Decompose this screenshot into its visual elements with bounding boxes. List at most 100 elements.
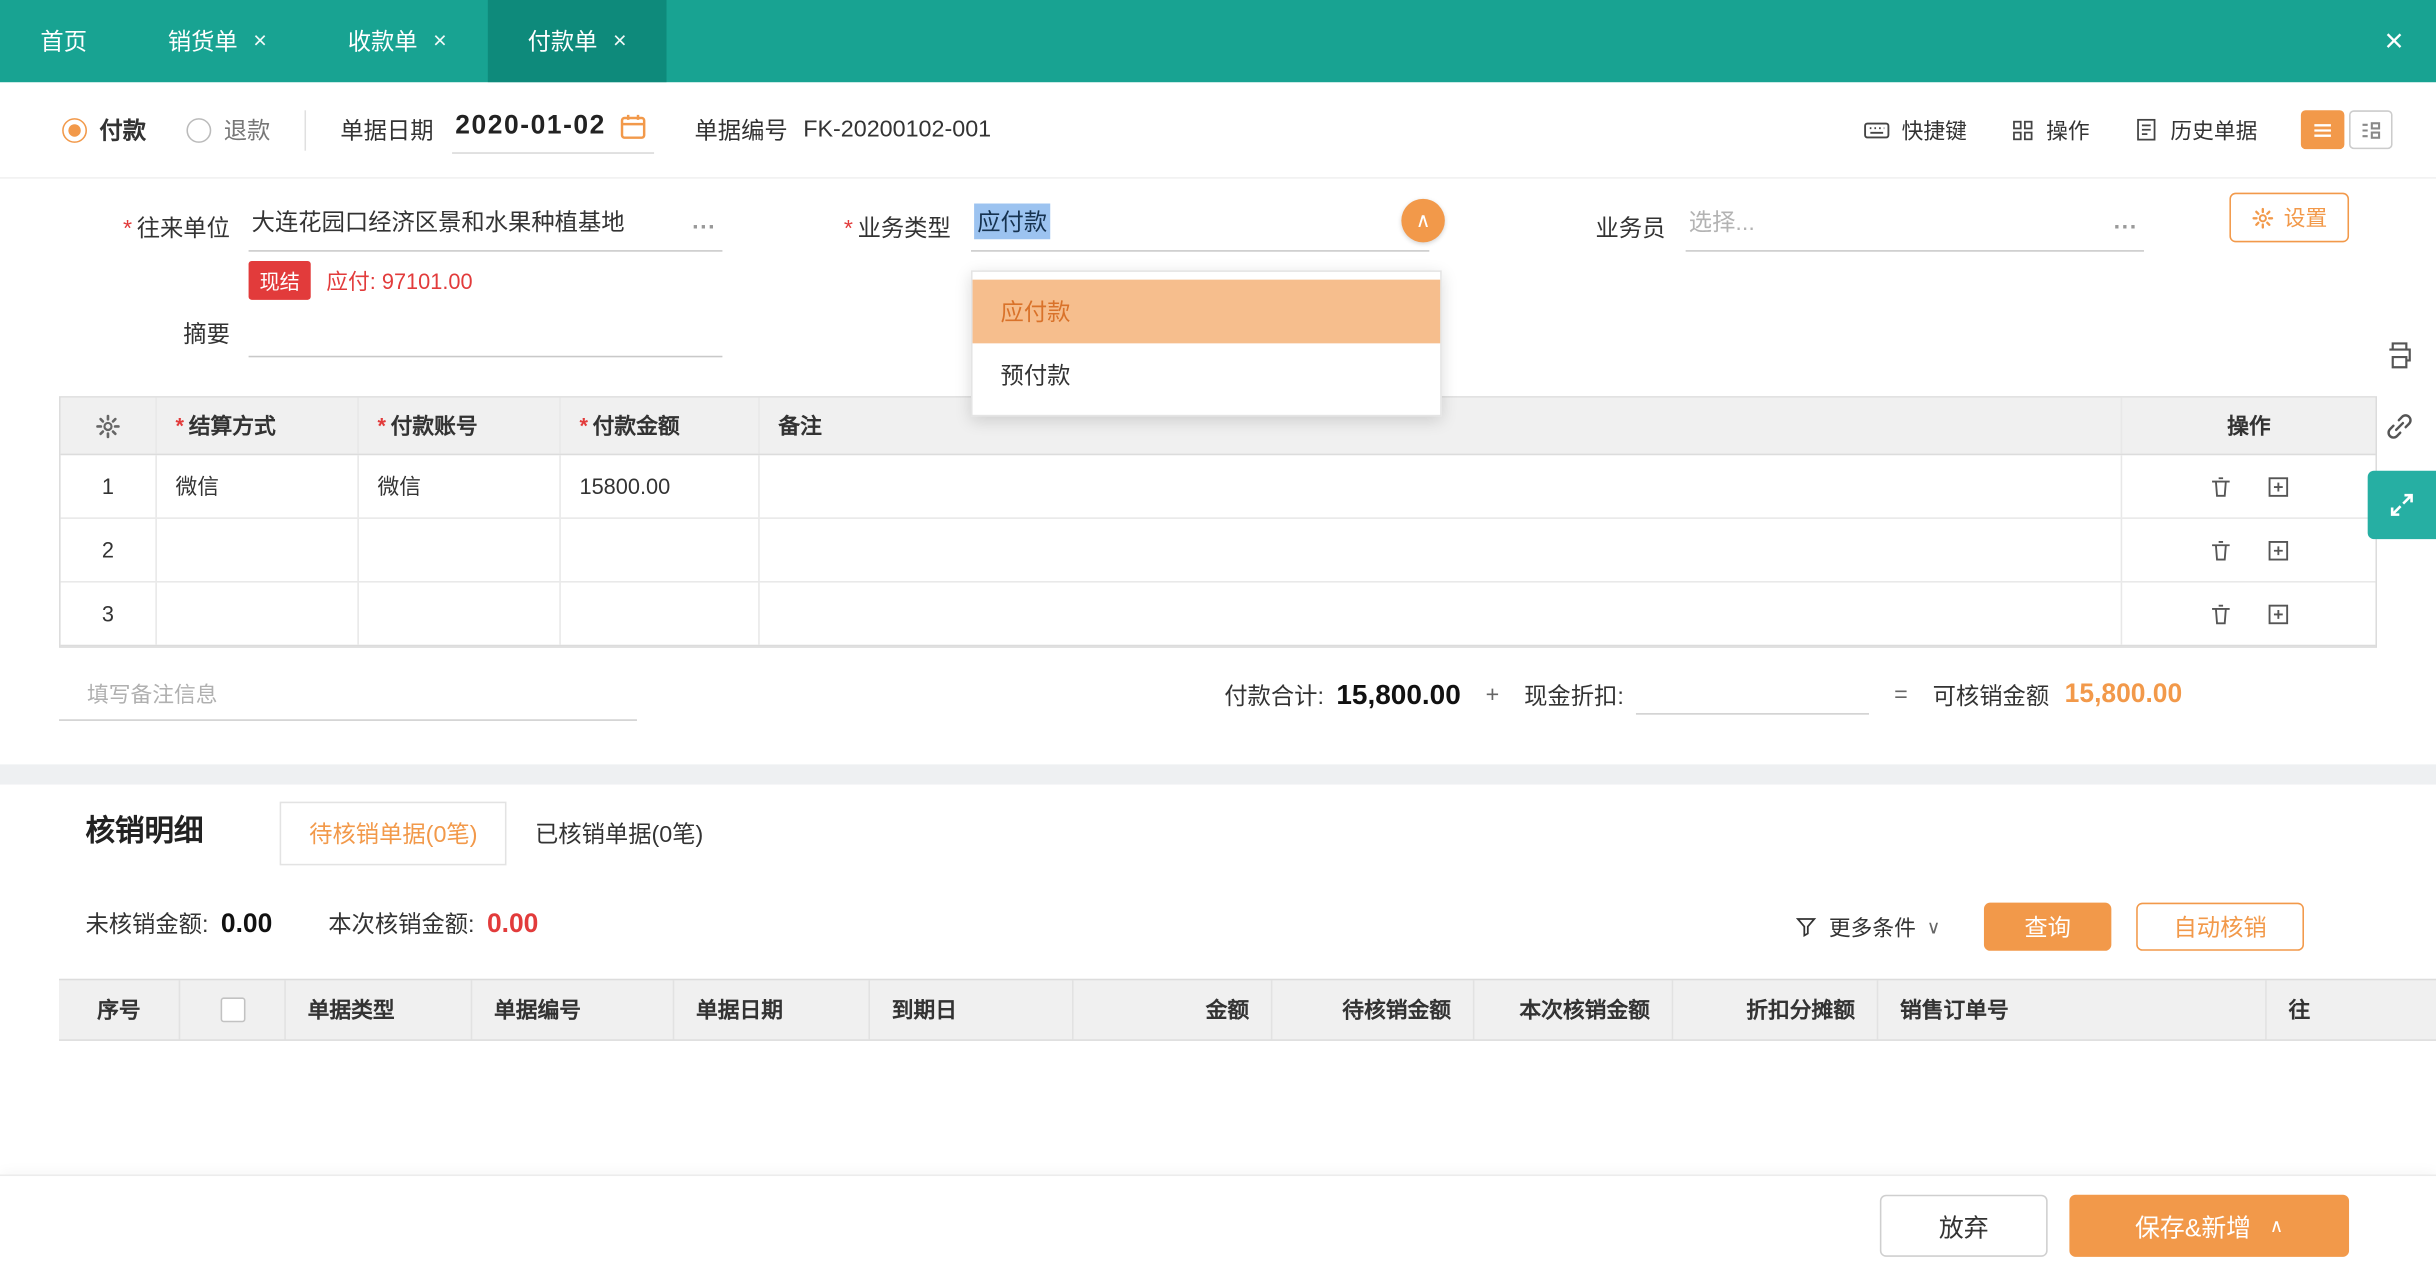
detail-view-toggle[interactable] xyxy=(2349,110,2393,150)
contact-picker-icon[interactable]: ... xyxy=(692,208,716,234)
unverified-amount-value: 0.00 xyxy=(220,908,273,938)
document-icon xyxy=(2133,117,2159,143)
save-and-new-button[interactable]: 保存&新增 ∧ xyxy=(2069,1194,2350,1257)
add-row-icon[interactable] xyxy=(2264,473,2290,499)
expand-icon[interactable] xyxy=(2367,470,2436,540)
remark-cell[interactable] xyxy=(760,455,2123,518)
payment-account-cell[interactable] xyxy=(359,582,561,645)
tab-receipt-order[interactable]: 收款单 × xyxy=(307,0,487,82)
tab-close-icon[interactable]: × xyxy=(433,30,447,53)
select-all-checkbox[interactable] xyxy=(219,997,245,1023)
cash-discount-input[interactable] xyxy=(1636,674,1870,715)
tab-home[interactable]: 首页 xyxy=(0,0,127,82)
radio-payment[interactable]: 付款 xyxy=(62,113,146,146)
header-payment-amount: * 付款金额 xyxy=(561,397,760,454)
row-number: 1 xyxy=(61,455,157,518)
tab-label: 付款单 xyxy=(527,29,598,56)
salesman-field[interactable]: 选择... ... xyxy=(1685,202,2144,252)
history-documents-label: 历史单据 xyxy=(2170,117,2258,143)
settings-button[interactable]: 设置 xyxy=(2229,192,2350,243)
footer-action-bar: 放弃 保存&新增 ∧ xyxy=(0,1176,2436,1274)
contact-field[interactable]: 大连花园口经济区景和水果种植基地 ... xyxy=(248,202,723,252)
add-row-icon[interactable] xyxy=(2264,537,2290,563)
row-actions xyxy=(2122,519,2375,581)
salesman-placeholder: 选择... xyxy=(1688,209,1755,237)
radio-refund-label: 退款 xyxy=(223,118,271,145)
tab-verified-documents[interactable]: 已核销单据(0笔) xyxy=(507,803,731,864)
tab-sales-order[interactable]: 销货单 × xyxy=(127,0,307,82)
verify-controls: 更多条件 ∨ 查询 自动核销 xyxy=(1795,902,2304,951)
tab-label: 收款单 xyxy=(347,29,418,56)
order-remark-input[interactable] xyxy=(59,668,637,721)
payment-account-cell[interactable]: 微信 xyxy=(359,455,561,518)
tab-close-icon[interactable]: × xyxy=(613,30,627,53)
payment-amount-cell[interactable] xyxy=(561,518,760,582)
remark-cell[interactable] xyxy=(760,582,2123,645)
settlement-method-cell[interactable] xyxy=(157,582,359,645)
query-button[interactable]: 查询 xyxy=(1983,902,2112,951)
payment-account-cell[interactable] xyxy=(359,518,561,582)
delete-row-icon[interactable] xyxy=(2207,600,2233,626)
delete-row-icon[interactable] xyxy=(2207,537,2233,563)
settlement-method-cell[interactable]: 微信 xyxy=(157,455,359,518)
tab-label: 销货单 xyxy=(167,29,238,56)
tab-close-icon[interactable]: × xyxy=(253,30,267,53)
save-and-new-label: 保存&新增 xyxy=(2135,1216,2252,1243)
dropdown-item-payable[interactable]: 应付款 xyxy=(972,279,1441,344)
header-pending-amount: 待核销金额 xyxy=(1272,980,1475,1040)
more-filters-label: 更多条件 xyxy=(1828,914,1916,940)
print-icon[interactable] xyxy=(2377,332,2421,376)
radio-refund[interactable]: 退款 xyxy=(186,113,270,146)
payment-total-value: 15,800.00 xyxy=(1336,678,1461,710)
tab-payment-order[interactable]: 付款单 × xyxy=(487,0,668,83)
row-actions xyxy=(2122,455,2375,517)
biz-type-field[interactable]: 应付款 xyxy=(971,202,1430,252)
doc-date-field[interactable]: 2020-01-02 xyxy=(452,106,655,154)
operations-button[interactable]: 操作 xyxy=(2010,114,2090,145)
gear-icon xyxy=(2251,206,2274,229)
remark-cell[interactable] xyxy=(760,518,2123,582)
chevron-up-icon: ∧ xyxy=(2269,1214,2284,1237)
settlement-method-cell[interactable] xyxy=(157,518,359,582)
payable-amount: 应付: 97101.00 xyxy=(326,268,473,294)
payment-amount-cell[interactable]: 15800.00 xyxy=(561,455,760,518)
salesman-picker-icon[interactable]: ... xyxy=(2114,208,2138,234)
calendar-icon[interactable] xyxy=(618,111,648,141)
header-amount: 金额 xyxy=(1074,980,1273,1040)
summary-field[interactable] xyxy=(248,308,723,358)
window-close-icon[interactable]: × xyxy=(2352,0,2436,82)
radio-dot-icon xyxy=(186,117,212,143)
table-settings-gear-icon[interactable] xyxy=(61,397,157,454)
header-settlement-method: * 结算方式 xyxy=(157,397,359,454)
collapse-dropdown-button[interactable]: ∧ xyxy=(1401,198,1445,243)
radio-dot-icon xyxy=(62,117,88,143)
payment-order-window: 首页 销货单 × 收款单 × 付款单 × × 付款 退款 单据日期 2020-0… xyxy=(0,0,2436,1274)
table-row: 3 xyxy=(60,582,2376,647)
biz-type-label: * 业务类型 xyxy=(843,215,951,243)
operations-label: 操作 xyxy=(2046,117,2090,143)
attachment-icon[interactable] xyxy=(2377,404,2421,448)
header-discount-allocation: 折扣分摊额 xyxy=(1673,980,1879,1040)
document-toolbar: 付款 退款 单据日期 2020-01-02 单据编号 FK-20200102-0… xyxy=(0,82,2436,179)
row-actions xyxy=(2122,583,2375,645)
payment-lines-table: * 结算方式 * 付款账号 * 付款金额 备注 操作 1 微信 微信 15800.00… xyxy=(59,396,2378,648)
salesman-label: 业务员 xyxy=(1595,215,1666,243)
more-filters-button[interactable]: 更多条件 ∨ xyxy=(1795,911,1940,942)
tab-pending-documents[interactable]: 待核销单据(0笔) xyxy=(279,801,508,866)
add-row-icon[interactable] xyxy=(2264,600,2290,626)
view-toggle-group xyxy=(2300,110,2393,150)
history-documents-button[interactable]: 历史单据 xyxy=(2133,114,2257,145)
payment-amount-cell[interactable] xyxy=(561,582,760,645)
shortcuts-button[interactable]: 快捷键 xyxy=(1863,114,1967,145)
dropdown-item-prepaid[interactable]: 预付款 xyxy=(973,343,1441,407)
doc-no-value: FK-20200102-001 xyxy=(803,116,992,143)
verify-section-title: 核销明细 xyxy=(85,815,204,849)
discard-button[interactable]: 放弃 xyxy=(1879,1194,2048,1257)
verifiable-amount-label: 可核销金额 xyxy=(1932,682,2050,710)
delete-row-icon[interactable] xyxy=(2207,473,2233,499)
auto-verify-button[interactable]: 自动核销 xyxy=(2136,902,2304,951)
header-sales-order-no: 销售订单号 xyxy=(1878,980,2267,1040)
list-view-toggle[interactable] xyxy=(2300,110,2345,150)
header-seq-no: 序号 xyxy=(59,980,181,1040)
grid-icon xyxy=(2010,117,2035,142)
